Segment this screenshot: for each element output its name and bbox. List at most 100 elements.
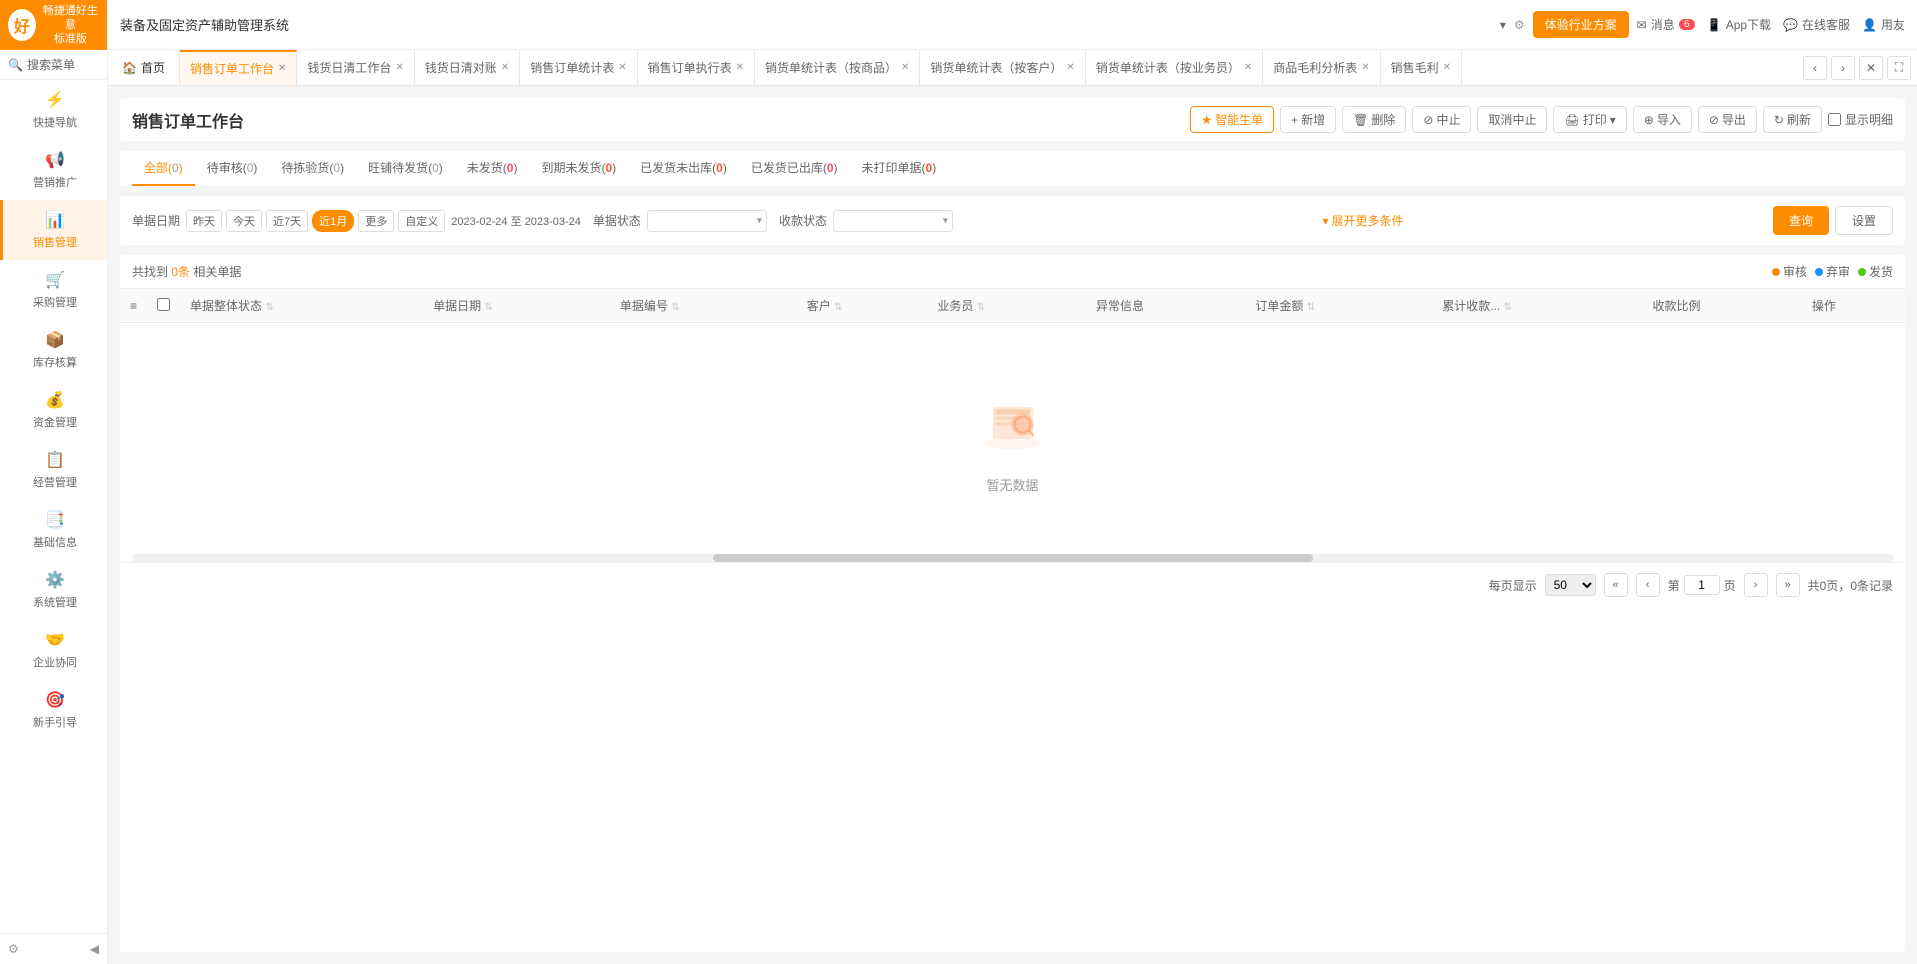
filter-tab-3[interactable]: 旺铺待发货(0) <box>356 151 455 186</box>
suspend-btn[interactable]: ⊘ 中止 <box>1412 106 1471 133</box>
system-dropdown[interactable]: ▾ <box>1500 18 1506 32</box>
col-customer: 客户 ⇅ <box>797 289 928 323</box>
smart-create-btn[interactable]: ★ 智能生单 <box>1190 106 1274 133</box>
import-btn[interactable]: ⊕ 导入 <box>1633 106 1692 133</box>
tab-label-5: 销售订单执行表 <box>648 59 732 76</box>
filter-tab-6[interactable]: 已发货未出库(0) <box>628 151 739 186</box>
tab-2[interactable]: 钱货日清工作台 ✕ <box>297 50 414 86</box>
sidebar-search[interactable]: 🔍 搜索菜单 <box>0 50 107 80</box>
export-btn[interactable]: ⊘ 导出 <box>1698 106 1757 133</box>
query-btn[interactable]: 查询 <box>1773 206 1829 235</box>
date-1month[interactable]: 近1月 <box>312 210 354 232</box>
online-service-btn[interactable]: 💬 在线客服 <box>1783 16 1850 33</box>
add-btn[interactable]: + 新增 <box>1280 106 1336 133</box>
system-title: 装备及固定资产辅助管理系统 <box>120 15 1492 34</box>
sidebar-item-10[interactable]: 🎯 新手引导 <box>0 680 107 740</box>
date-7days[interactable]: 近7天 <box>266 210 308 232</box>
tab-home[interactable]: 🏠首页 <box>108 50 180 86</box>
tab-close-all-btn[interactable]: ✕ <box>1859 56 1883 80</box>
page-next-btn[interactable]: › <box>1744 573 1768 597</box>
logo-text: 畅捷通好生意 标准版 <box>42 4 99 47</box>
tab-6[interactable]: 销货单统计表（按商品） ✕ <box>755 50 920 86</box>
settings-gear-icon[interactable]: ⚙ <box>1514 18 1525 32</box>
tab-close-8[interactable]: ✕ <box>1244 62 1252 73</box>
tab-close-9[interactable]: ✕ <box>1361 62 1369 73</box>
tab-1[interactable]: 销售订单工作台 ✕ <box>180 50 297 86</box>
scrollbar-thumb[interactable] <box>713 554 1313 562</box>
setting-btn[interactable]: 设置 <box>1835 206 1893 235</box>
user-btn[interactable]: 👤 用友 <box>1862 16 1905 33</box>
print-icon: 🖨 <box>1564 113 1579 127</box>
date-today[interactable]: 今天 <box>226 210 262 232</box>
tab-expand-btn[interactable]: ⛶ <box>1887 56 1911 80</box>
page-prev-btn[interactable]: ‹ <box>1636 573 1660 597</box>
tab-3[interactable]: 钱货日清对账 ✕ <box>415 50 520 86</box>
status-select[interactable] <box>647 210 767 232</box>
show-detail-label[interactable]: 显示明细 <box>1828 111 1893 128</box>
tab-8[interactable]: 销货单统计表（按业务员） ✕ <box>1086 50 1263 86</box>
tab-7[interactable]: 销货单统计表（按客户） ✕ <box>920 50 1085 86</box>
date-range-btns: 昨天 今天 近7天 近1月 更多 自定义 <box>186 210 445 232</box>
cancel-suspend-btn[interactable]: 取消中止 <box>1477 106 1547 133</box>
tab-close-2[interactable]: ✕ <box>395 62 403 73</box>
unapprove-action[interactable]: 弃审 <box>1815 263 1850 280</box>
filter-tab-7[interactable]: 已发货已出库(0) <box>739 151 850 186</box>
page-last-btn[interactable]: » <box>1776 573 1800 597</box>
horizontal-scrollbar[interactable] <box>132 554 1893 562</box>
sidebar-item-9[interactable]: 🤝 企业协同 <box>0 620 107 680</box>
sidebar-item-2[interactable]: 📊 销售管理 <box>0 200 107 260</box>
tab-next-btn[interactable]: › <box>1831 56 1855 80</box>
approve-action[interactable]: 审核 <box>1772 263 1807 280</box>
sidebar-label-0: 快捷导航 <box>33 114 77 130</box>
collect-select[interactable] <box>833 210 953 232</box>
total-count: 0条 <box>171 265 190 279</box>
tab-9[interactable]: 商品毛利分析表 ✕ <box>1263 50 1380 86</box>
sidebar-item-8[interactable]: ⚙️ 系统管理 <box>0 560 107 620</box>
filter-tab-2[interactable]: 待拣验货(0) <box>269 151 356 186</box>
show-detail-checkbox[interactable] <box>1828 113 1841 126</box>
expand-btn[interactable]: ▾ 展开更多条件 <box>1322 212 1403 229</box>
filter-tab-4[interactable]: 未发货(0) <box>455 151 530 186</box>
select-all-checkbox[interactable] <box>157 298 170 311</box>
refresh-btn[interactable]: ↻ 刷新 <box>1763 106 1822 133</box>
service-icon: 💬 <box>1783 18 1798 32</box>
sidebar: 好 畅捷通好生意 标准版 🔍 搜索菜单 ⚡ 快捷导航📢 营销推广📊 销售管理🛒 … <box>0 0 108 964</box>
tab-5[interactable]: 销售订单执行表 ✕ <box>638 50 755 86</box>
filter-tab-0[interactable]: 全部(0) <box>132 151 195 186</box>
date-more[interactable]: 更多 <box>358 210 394 232</box>
tab-4[interactable]: 销售订单统计表 ✕ <box>520 50 637 86</box>
ship-action[interactable]: 发货 <box>1858 263 1893 280</box>
sidebar-item-7[interactable]: 📑 基础信息 <box>0 500 107 560</box>
print-btn[interactable]: 🖨 打印 ▾ <box>1553 106 1626 133</box>
sidebar-item-5[interactable]: 💰 资金管理 <box>0 380 107 440</box>
filter-tab-5[interactable]: 到期未发货(0) <box>529 151 628 186</box>
tab-close-4[interactable]: ✕ <box>618 62 626 73</box>
settings-icon[interactable]: ⚙ <box>8 942 19 956</box>
industry-btn[interactable]: 体验行业方案 <box>1533 11 1629 38</box>
tab-close-7[interactable]: ✕ <box>1066 62 1074 73</box>
tab-close-6[interactable]: ✕ <box>901 62 909 73</box>
tab-close-5[interactable]: ✕ <box>736 62 744 73</box>
filter-tab-1[interactable]: 待审核(0) <box>195 151 270 186</box>
page-first-btn[interactable]: « <box>1604 573 1628 597</box>
tab-10[interactable]: 销售毛利 ✕ <box>1381 50 1462 86</box>
tab-prev-btn[interactable]: ‹ <box>1803 56 1827 80</box>
date-custom[interactable]: 自定义 <box>398 210 445 232</box>
sidebar-item-4[interactable]: 📦 库存核算 <box>0 320 107 380</box>
filter-tab-8[interactable]: 未打印单据(0) <box>850 151 949 186</box>
delete-btn[interactable]: 🗑 删除 <box>1342 106 1406 133</box>
page-size-select[interactable]: 50 20 100 <box>1545 574 1596 596</box>
date-yesterday[interactable]: 昨天 <box>186 210 222 232</box>
sidebar-item-3[interactable]: 🛒 采购管理 <box>0 260 107 320</box>
page-input[interactable] <box>1684 575 1720 595</box>
status-select-wrapper <box>647 210 767 232</box>
sidebar-item-6[interactable]: 📋 经营管理 <box>0 440 107 500</box>
tab-close-10[interactable]: ✕ <box>1443 62 1451 73</box>
tab-close-1[interactable]: ✕ <box>278 63 286 74</box>
collapse-icon[interactable]: ◀ <box>90 942 99 956</box>
tab-close-3[interactable]: ✕ <box>501 62 509 73</box>
sidebar-item-0[interactable]: ⚡ 快捷导航 <box>0 80 107 140</box>
sidebar-item-1[interactable]: 📢 营销推广 <box>0 140 107 200</box>
app-download-btn[interactable]: 📱 App下载 <box>1707 16 1771 33</box>
message-btn[interactable]: ✉ 消息 6 <box>1637 16 1695 33</box>
